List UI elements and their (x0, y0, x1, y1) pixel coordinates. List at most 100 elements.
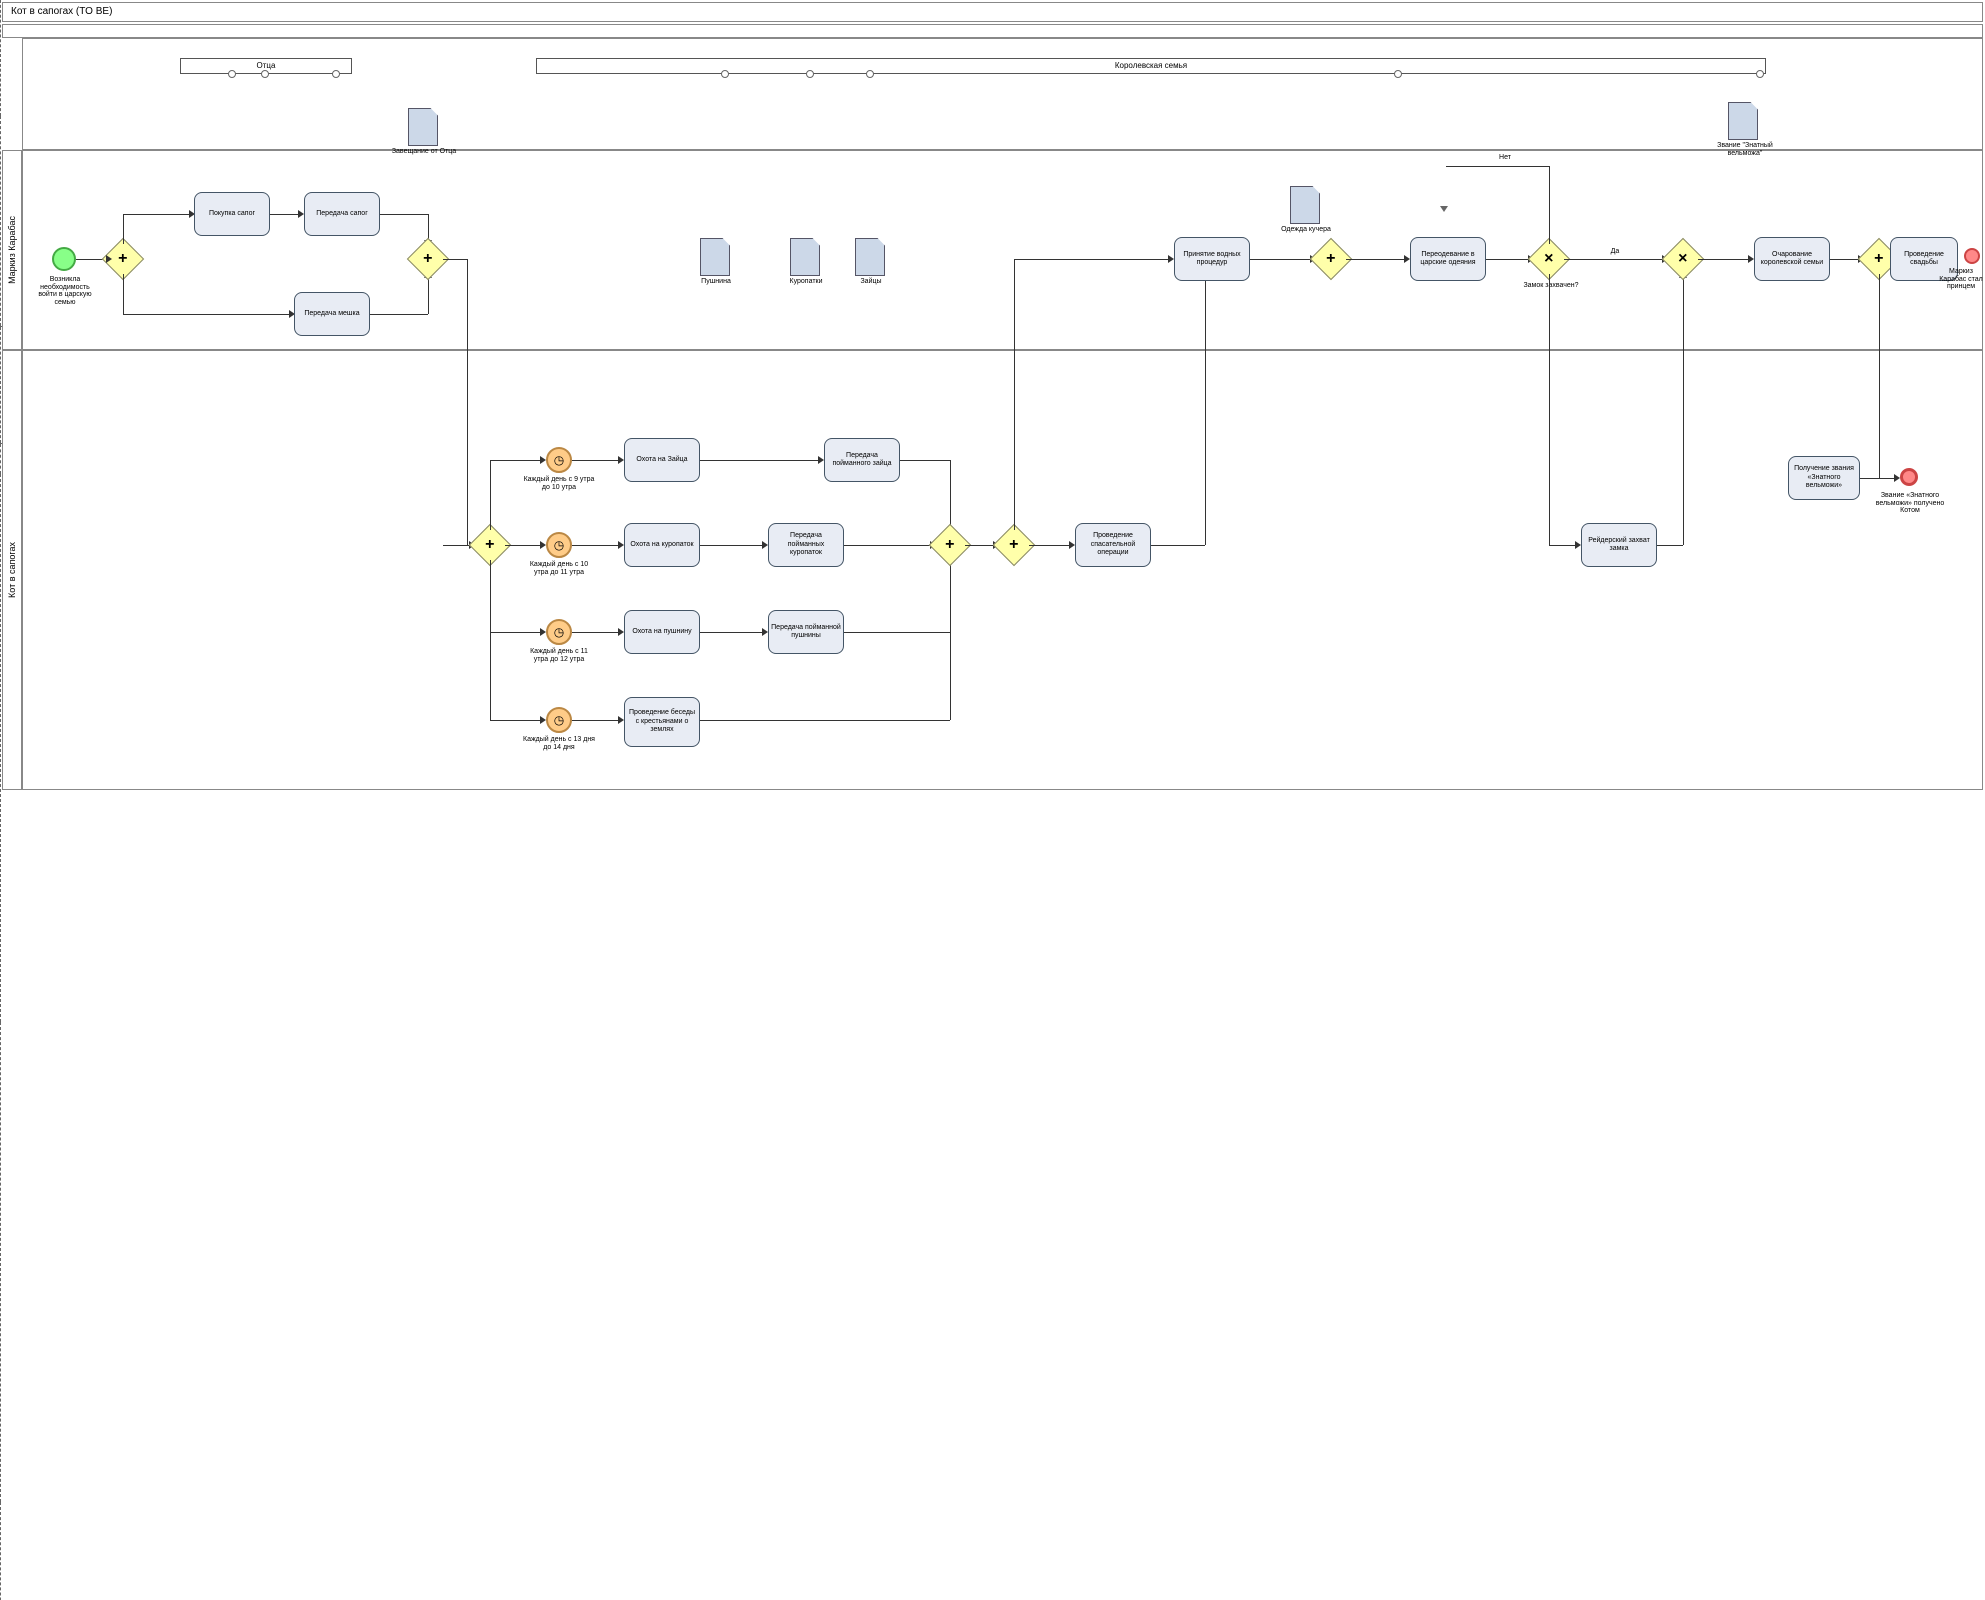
flow (123, 274, 124, 314)
data-label: Зайцы (846, 278, 896, 286)
seq-label: Нет (1490, 154, 1520, 162)
msg-line (0, 1022, 1, 1502)
msg-dot (1756, 70, 1764, 78)
flow (1549, 545, 1577, 546)
flow (700, 545, 764, 546)
flow (490, 632, 542, 633)
lane-cat-area (22, 350, 1983, 790)
flow (950, 560, 951, 720)
flow (572, 545, 620, 546)
flow (123, 314, 291, 315)
flow (1657, 545, 1683, 546)
flow (1549, 166, 1550, 244)
task-raid: Рейдерский захват замка (1581, 523, 1657, 567)
data-rabbits (855, 238, 885, 276)
timer-label: Каждый день с 13 дня до 14 дня (522, 736, 596, 751)
task-hunt-partridge: Охота на куропаток (624, 523, 700, 567)
flow (467, 259, 468, 545)
start-event (52, 247, 76, 271)
task-give-fur: Передача пойманной пушнины (768, 610, 844, 654)
msg-line (0, 0, 1, 116)
flow (490, 460, 542, 461)
task-hunt-rabbit: Охота на Зайца (624, 438, 700, 482)
task-give-bag: Передача мешка (294, 292, 370, 336)
pool-title: Кот в сапогах (TO BE) (2, 2, 1983, 22)
end-event (1964, 248, 1980, 264)
end-event (1900, 468, 1918, 486)
flow (700, 632, 764, 633)
flow (1014, 259, 1170, 260)
timer-label: Каждый день с 10 утра до 11 утра (522, 561, 596, 576)
flow (1564, 259, 1664, 260)
task-give-boots: Передача сапог (304, 192, 380, 236)
task-bath: Принятие водных процедур (1174, 237, 1250, 281)
flow (572, 720, 620, 721)
data-label: Звание "Знатный вельможа" (1702, 142, 1788, 157)
flow (490, 720, 542, 721)
flow (380, 214, 428, 215)
lane-markiz: Маркиз Карабас (2, 150, 22, 350)
flow (844, 632, 950, 633)
flow (1014, 259, 1015, 530)
msg-dot (806, 70, 814, 78)
data-title (1728, 102, 1758, 140)
arrow (1440, 206, 1448, 212)
task-get-title: Получение звания «Знатного вельможи» (1788, 456, 1860, 500)
gateway-label: Замок захвачен? (1520, 282, 1582, 290)
flow (900, 460, 950, 461)
timer-label: Каждый день с 9 утра до 10 утра (522, 476, 596, 491)
flow (965, 545, 995, 546)
data-label: Куропатки (780, 278, 832, 286)
flow (1549, 274, 1550, 545)
msg-line (0, 116, 1, 326)
msg-line (0, 327, 1, 443)
flow (1029, 545, 1071, 546)
flow (1346, 259, 1406, 260)
flow (1486, 259, 1530, 260)
task-charm: Очарование королевской семьи (1754, 237, 1830, 281)
flow (700, 720, 950, 721)
flow (505, 545, 543, 546)
task-hunt-fur: Охота на пушнину (624, 610, 700, 654)
end-label: Звание «Знатного вельможи» получено Кото… (1874, 492, 1946, 515)
msg-line (0, 1502, 1, 1600)
task-buy-boots: Покупка сапог (194, 192, 270, 236)
timer-event: ◷ (546, 447, 572, 473)
task-dress: Переодевание в царские одеяния (1410, 237, 1486, 281)
timer-label: Каждый день с 11 утра до 12 утра (522, 648, 596, 663)
flow (1860, 478, 1896, 479)
flow (490, 560, 491, 720)
participants-area (22, 38, 1983, 150)
data-fur (700, 238, 730, 276)
start-label: Возникла необходимость войти в царскую с… (30, 276, 100, 307)
msg-dot (866, 70, 874, 78)
msg-dot (228, 70, 236, 78)
timer-event: ◷ (546, 619, 572, 645)
flow (1879, 274, 1880, 478)
task-rescue: Проведение спасательной операции (1075, 523, 1151, 567)
msg-dot (721, 70, 729, 78)
data-label: Одежда кучера (1276, 226, 1336, 234)
flow (844, 545, 932, 546)
arrow (106, 255, 112, 263)
data-label: Завещание от Отца (388, 148, 460, 156)
data-label: Пушнина (690, 278, 742, 286)
flow (1698, 259, 1750, 260)
task-give-partridge: Передача пойманных куропаток (768, 523, 844, 567)
flow (370, 314, 428, 315)
end-label: Маркиз Карабас стал принцем (1938, 268, 1984, 291)
msg-line (0, 474, 1, 1022)
data-clothes (1290, 186, 1320, 224)
task-talk-peasants: Проведение беседы с крестьянами о землях (624, 697, 700, 747)
timer-event: ◷ (546, 707, 572, 733)
flow (490, 460, 491, 530)
msg-line (0, 444, 1, 474)
flow (123, 214, 124, 244)
flow (572, 460, 620, 461)
seq-label: Да (1600, 248, 1630, 256)
flow (443, 259, 467, 260)
msg-dot (1394, 70, 1402, 78)
flow (950, 460, 951, 530)
flow (1683, 274, 1684, 545)
data-will (408, 108, 438, 146)
